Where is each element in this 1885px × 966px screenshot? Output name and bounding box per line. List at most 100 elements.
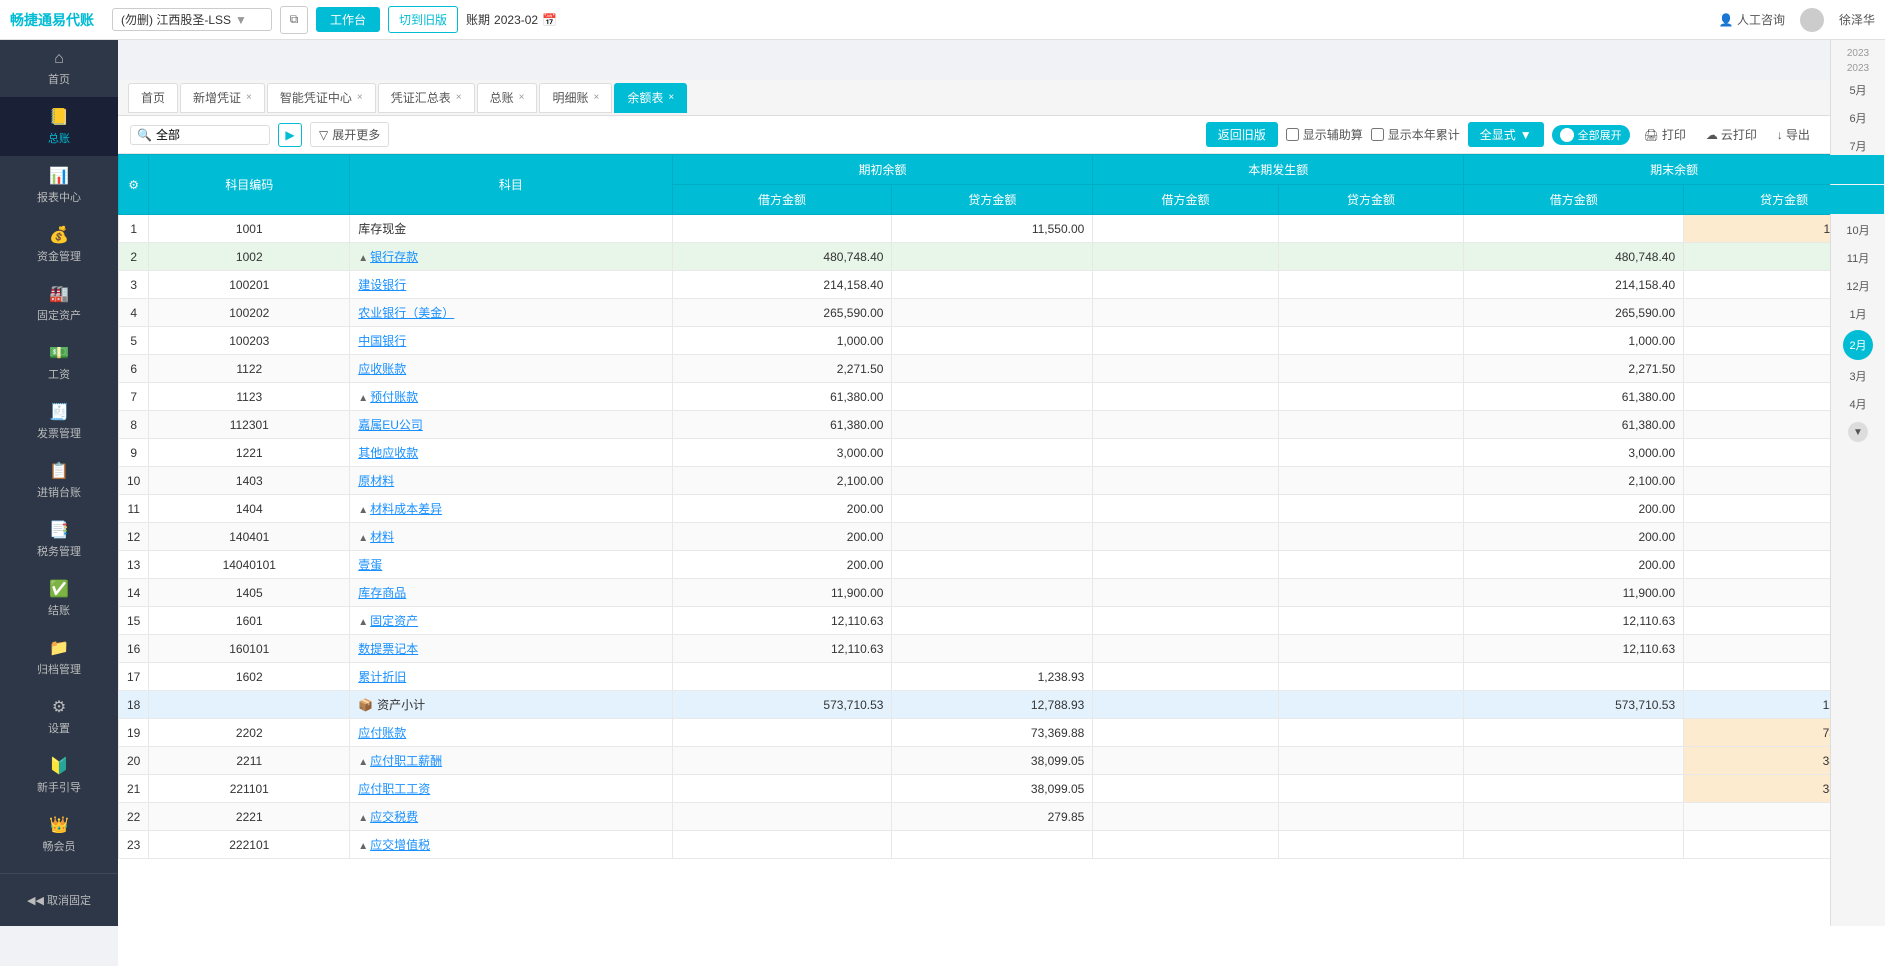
subject-link[interactable]: 材料 — [370, 530, 394, 544]
row-name[interactable]: 库存商品 — [350, 579, 672, 607]
expand-more-button[interactable]: ▽ 展开更多 — [310, 122, 389, 147]
subject-link[interactable]: 银行存款 — [370, 250, 418, 264]
subject-link[interactable]: 材料成本差异 — [370, 502, 442, 516]
subject-link[interactable]: 应收账款 — [358, 362, 406, 376]
rp-month-12[interactable]: 12月 — [1836, 274, 1880, 298]
tab-balance-sheet[interactable]: 余额表 × — [614, 83, 687, 113]
tab-general-ledger[interactable]: 总账 × — [477, 83, 538, 113]
tab-add-voucher[interactable]: 新增凭证 × — [180, 83, 265, 113]
close-icon[interactable]: × — [246, 92, 252, 103]
rp-month-10[interactable]: 10月 — [1836, 218, 1880, 242]
row-name[interactable]: ▲银行存款 — [350, 243, 672, 271]
subject-link[interactable]: 建设银行 — [358, 278, 406, 292]
rp-month-6[interactable]: 6月 — [1836, 106, 1880, 130]
row-name[interactable]: 应收账款 — [350, 355, 672, 383]
show-aux-checkbox[interactable]: 显示辅助算 — [1286, 126, 1363, 143]
sidebar-item-tax[interactable]: 📑 税务管理 — [0, 510, 118, 569]
expand-icon[interactable]: ▲ — [358, 253, 368, 264]
subject-link[interactable]: 应付职工薪酬 — [370, 754, 442, 768]
subject-link[interactable]: 中国银行 — [358, 334, 406, 348]
expand-icon[interactable]: ▲ — [358, 505, 368, 516]
consult-link[interactable]: 👤 人工咨询 — [1719, 11, 1785, 28]
sidebar-item-funds[interactable]: 💰 资金管理 — [0, 215, 118, 274]
expand-icon[interactable]: ▲ — [358, 617, 368, 628]
tab-detail-ledger[interactable]: 明细账 × — [539, 83, 612, 113]
print-button[interactable]: 🖨 打印 — [1638, 123, 1692, 146]
sidebar-item-home[interactable]: ⌂ 首页 — [0, 40, 118, 97]
row-name[interactable]: ▲预付账款 — [350, 383, 672, 411]
row-name[interactable]: ▲应交增值税 — [350, 831, 672, 859]
row-name[interactable]: 建设银行 — [350, 271, 672, 299]
sidebar-item-salary[interactable]: 💵 工资 — [0, 333, 118, 392]
sidebar-item-ledger[interactable]: 📒 总账 — [0, 97, 118, 156]
subject-link[interactable]: 嘉属EU公司 — [358, 418, 423, 432]
row-name[interactable]: 应付职工工资 — [350, 775, 672, 803]
close-icon[interactable]: × — [456, 92, 462, 103]
expand-icon[interactable]: ▲ — [358, 393, 368, 404]
close-icon[interactable]: × — [668, 92, 674, 103]
sidebar-item-settings[interactable]: ⚙ 设置 — [0, 687, 118, 746]
rp-month-1[interactable]: 1月 — [1836, 302, 1880, 326]
sidebar-item-invoice[interactable]: 🧾 发票管理 — [0, 392, 118, 451]
row-name[interactable]: 其他应收款 — [350, 439, 672, 467]
close-icon[interactable]: × — [357, 92, 363, 103]
subject-link[interactable]: 壹蛋 — [358, 558, 382, 572]
expand-all-toggle[interactable]: 全部展开 — [1552, 125, 1630, 145]
subject-link[interactable]: 固定资产 — [370, 614, 418, 628]
search-confirm-button[interactable]: ▶ — [278, 123, 302, 147]
subject-link[interactable]: 农业银行（美金） — [358, 306, 454, 320]
rp-month-2-active[interactable]: 2月 — [1843, 330, 1873, 360]
rp-month-3[interactable]: 3月 — [1836, 364, 1880, 388]
subject-link[interactable]: 其他应收款 — [358, 446, 418, 460]
return-old-version-button[interactable]: 返回旧版 — [1206, 122, 1278, 147]
row-name[interactable]: 原材料 — [350, 467, 672, 495]
sidebar-item-fixed-assets[interactable]: 🏭 固定资产 — [0, 274, 118, 333]
row-name[interactable]: 数提票记本 — [350, 635, 672, 663]
expand-icon[interactable]: ▲ — [358, 841, 368, 852]
subject-link[interactable]: 应交税费 — [370, 810, 418, 824]
subject-link[interactable]: 库存商品 — [358, 586, 406, 600]
sidebar-item-sales[interactable]: 📋 进销台账 — [0, 451, 118, 510]
row-name[interactable]: 农业银行（美金） — [350, 299, 672, 327]
show-ytd-checkbox[interactable]: 显示本年累计 — [1371, 126, 1460, 143]
subject-link[interactable]: 应交增值税 — [370, 838, 430, 852]
close-icon[interactable]: × — [519, 92, 525, 103]
copy-button[interactable]: ⧉ — [280, 6, 308, 34]
switch-version-button[interactable]: 切到旧版 — [388, 6, 458, 33]
row-name[interactable]: 中国银行 — [350, 327, 672, 355]
tab-voucher-summary[interactable]: 凭证汇总表 × — [378, 83, 475, 113]
sidebar-item-member[interactable]: 👑 畅会员 — [0, 805, 118, 864]
sidebar-item-archive[interactable]: 📁 归档管理 — [0, 628, 118, 687]
tab-home[interactable]: 首页 — [128, 83, 178, 113]
rp-month-4[interactable]: 4月 — [1836, 392, 1880, 416]
row-name[interactable]: ▲材料成本差异 — [350, 495, 672, 523]
full-mode-button[interactable]: 全显式 ▼ — [1468, 122, 1544, 147]
workbench-button[interactable]: 工作台 — [316, 7, 380, 32]
expand-icon[interactable]: ▲ — [358, 813, 368, 824]
sidebar-item-settle[interactable]: ✅ 结账 — [0, 569, 118, 628]
row-name[interactable]: ▲固定资产 — [350, 607, 672, 635]
rp-month-5[interactable]: 5月 — [1836, 78, 1880, 102]
subject-link[interactable]: 原材料 — [358, 474, 394, 488]
row-name[interactable]: 应付账款 — [350, 719, 672, 747]
row-name[interactable]: 嘉属EU公司 — [350, 411, 672, 439]
sidebar-item-reports[interactable]: 📊 报表中心 — [0, 156, 118, 215]
row-name[interactable]: 累计折旧 — [350, 663, 672, 691]
row-name[interactable]: ▲应付职工薪酬 — [350, 747, 672, 775]
subject-link[interactable]: 累计折旧 — [358, 670, 406, 684]
row-name[interactable]: ▲材料 — [350, 523, 672, 551]
calendar-icon[interactable]: 📅 — [542, 13, 557, 27]
cloud-print-button[interactable]: ☁ 云打印 — [1700, 123, 1763, 146]
expand-icon[interactable]: ▲ — [358, 757, 368, 768]
search-input[interactable] — [156, 128, 256, 142]
unpin-button[interactable]: ◀◀ 取消固定 — [0, 882, 118, 918]
subject-link[interactable]: 预付账款 — [370, 390, 418, 404]
subject-link[interactable]: 数提票记本 — [358, 642, 418, 656]
company-selector[interactable]: (勿删) 江西股圣-LSS ▼ — [112, 8, 272, 31]
expand-icon[interactable]: ▲ — [358, 533, 368, 544]
rp-scroll-down[interactable]: ▼ — [1848, 422, 1868, 442]
close-icon[interactable]: × — [593, 92, 599, 103]
row-name[interactable]: ▲应交税费 — [350, 803, 672, 831]
subject-link[interactable]: 应付账款 — [358, 726, 406, 740]
tab-smart-center[interactable]: 智能凭证中心 × — [267, 83, 376, 113]
